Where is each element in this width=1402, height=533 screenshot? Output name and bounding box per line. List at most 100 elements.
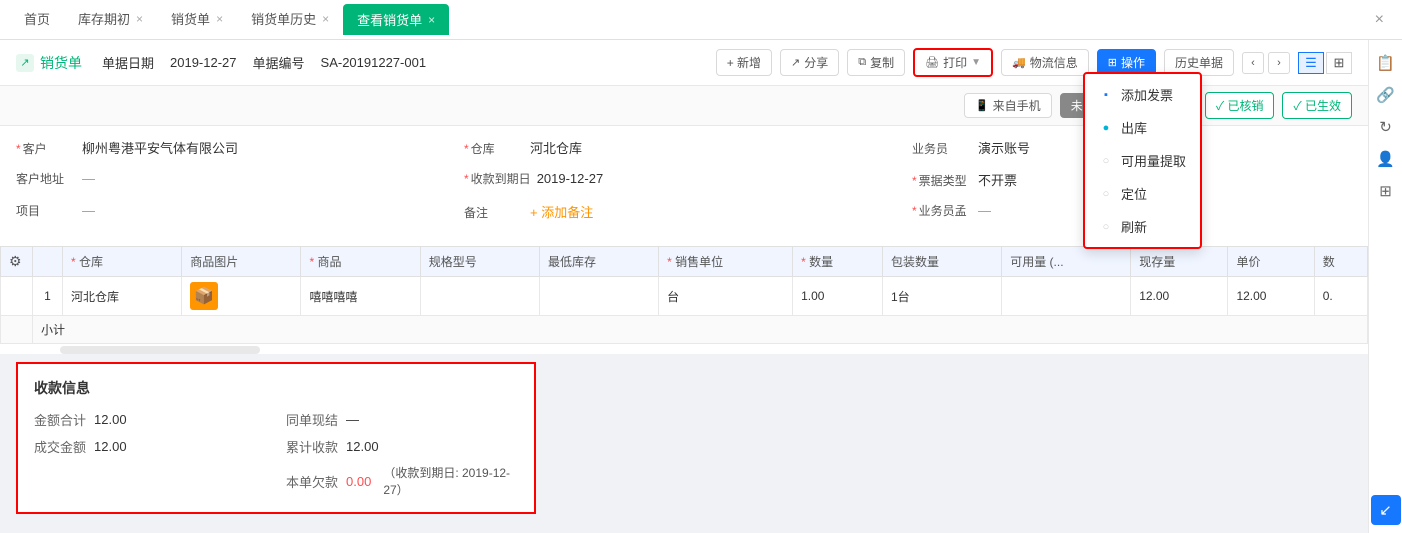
cancel-status-button[interactable]: ✓ 已核销 xyxy=(1205,92,1275,119)
sidebar-icon-5[interactable]: ⊞ xyxy=(1371,176,1401,206)
sales-table: ⚙ * 仓库 商品图片 * 商品 规格型号 最低库存 * 销售单位 * 数量 包… xyxy=(0,246,1368,344)
sidebar-icon-expand[interactable]: ↙ xyxy=(1371,495,1401,525)
payment-owed: 本单欠款 0.00 （收款到期日: 2019-12-27） xyxy=(286,464,518,498)
cumulative-value: 12.00 xyxy=(346,439,379,454)
td-pack-qty: 1台 xyxy=(882,277,1001,316)
th-more: 数 xyxy=(1314,247,1367,277)
sidebar-icon-4[interactable]: 👤 xyxy=(1371,144,1401,174)
invoice-type-label: 票据类型 xyxy=(912,172,972,189)
customer-value: 柳州粤港平安气体有限公司 xyxy=(82,138,238,158)
th-pack-qty: 包装数量 xyxy=(882,247,1001,277)
list-view-button[interactable]: ☰ xyxy=(1298,52,1324,74)
th-warehouse: * 仓库 xyxy=(63,247,182,277)
share-button[interactable]: ↗ 分享 xyxy=(780,49,839,76)
total-value: 12.00 xyxy=(94,412,127,427)
th-product-img: 商品图片 xyxy=(182,247,301,277)
table-row: 1 河北仓库 📦 嘻嘻嘻嘻 台 1.00 1台 12.00 12.00 0. xyxy=(1,277,1368,316)
invoice-type-value: 不开票 xyxy=(978,170,1017,190)
close-view-sales-tab[interactable]: × xyxy=(428,13,435,27)
from-mobile-button[interactable]: 📱 来自手机 xyxy=(964,93,1052,118)
payment-total: 金额合计 12.00 xyxy=(34,410,266,429)
th-stock: 现存量 xyxy=(1131,247,1228,277)
td-quantity: 1.00 xyxy=(793,277,883,316)
staff2-label: 业务员孟 xyxy=(912,202,972,219)
cumulative-label: 累计收款 xyxy=(286,437,338,456)
payment-date-field: 收款到期日 2019-12-27 xyxy=(464,170,904,187)
date-label: 单据日期 xyxy=(102,53,154,72)
document-title: ↗ 销货单 xyxy=(16,53,82,73)
close-sales-tab[interactable]: × xyxy=(216,12,223,26)
top-navigation: 首页 库存期初 × 销货单 × 销货单历史 × 查看销货单 × × xyxy=(0,0,1402,40)
td-sales-unit: 台 xyxy=(659,277,793,316)
payment-date-label: 收款到期日 xyxy=(464,170,531,187)
payment-title: 收款信息 xyxy=(34,378,518,398)
sidebar-icon-3[interactable]: ↻ xyxy=(1371,112,1401,142)
header-actions: + 新增 ↗ 分享 ⧉ 复制 🖨 打印 ▼ 🚚 物流信息 ⊞ 操作 xyxy=(716,48,1352,77)
outbound-icon: ● xyxy=(1099,121,1113,135)
next-button[interactable]: › xyxy=(1268,52,1290,74)
tab-view-sales[interactable]: 查看销货单 × xyxy=(343,4,449,35)
note-label: 备注 xyxy=(464,204,524,221)
payment-transaction: 成交金额 12.00 xyxy=(34,437,266,456)
dropdown-add-invoice[interactable]: ▪ 添加发票 xyxy=(1085,78,1200,111)
sidebar-icon-2[interactable]: 🔗 xyxy=(1371,80,1401,110)
td-product: 嘻嘻嘻嘻 xyxy=(301,277,420,316)
tab-sales[interactable]: 销货单 × xyxy=(157,0,237,40)
tab-inventory[interactable]: 库存期初 × xyxy=(64,0,157,40)
dropdown-outbound[interactable]: ● 出库 xyxy=(1085,111,1200,144)
grid-view-button[interactable]: ⊞ xyxy=(1326,52,1352,74)
td-settings-sub xyxy=(1,316,33,344)
nav-arrows: ‹ › xyxy=(1242,52,1290,74)
total-label: 金额合计 xyxy=(34,410,86,429)
same-order-label: 同单现结 xyxy=(286,410,338,429)
operations-dropdown: ▪ 添加发票 ● 出库 ○ 可用量提取 ○ 定位 ○ 刷新 xyxy=(1083,72,1202,249)
warehouse-field: 仓库 河北仓库 xyxy=(464,138,904,158)
project-value: — xyxy=(82,203,95,219)
td-warehouse: 河北仓库 xyxy=(63,277,182,316)
add-invoice-icon: ▪ xyxy=(1099,88,1113,102)
th-min-stock: 最低库存 xyxy=(539,247,658,277)
print-button[interactable]: 🖨 打印 ▼ xyxy=(913,48,993,77)
payment-date-value: 2019-12-27 xyxy=(537,171,604,187)
close-inventory-tab[interactable]: × xyxy=(136,12,143,26)
same-order-value: — xyxy=(346,412,359,427)
dropdown-refresh[interactable]: ○ 刷新 xyxy=(1085,210,1200,243)
subtotal-row: 小计 xyxy=(1,316,1368,344)
th-product: * 商品 xyxy=(301,247,420,277)
new-button[interactable]: + 新增 xyxy=(716,49,772,76)
td-num: 1 xyxy=(33,277,63,316)
project-label: 项目 xyxy=(16,202,76,219)
add-note-button[interactable]: + 添加备注 xyxy=(530,202,593,222)
customer-label: 客户 xyxy=(16,140,76,157)
th-quantity: * 数量 xyxy=(793,247,883,277)
tab-sales-history[interactable]: 销货单历史 × xyxy=(237,0,343,40)
prev-button[interactable]: ‹ xyxy=(1242,52,1264,74)
effect-status-button[interactable]: ✓ 已生效 xyxy=(1282,92,1352,119)
close-sales-history-tab[interactable]: × xyxy=(322,12,329,26)
address-field: 客户地址 — xyxy=(16,170,456,187)
th-unit-price: 单价 xyxy=(1228,247,1314,277)
th-available: 可用量 (... xyxy=(1002,247,1131,277)
close-all-tabs[interactable]: × xyxy=(1367,11,1392,29)
tab-home[interactable]: 首页 xyxy=(10,0,64,40)
dropdown-locate[interactable]: ○ 定位 xyxy=(1085,177,1200,210)
date-value: 2019-12-27 xyxy=(170,55,237,70)
td-stock: 12.00 xyxy=(1131,277,1228,316)
payment-cumulative: 累计收款 12.00 xyxy=(286,437,518,456)
address-label: 客户地址 xyxy=(16,170,76,187)
logistics-button[interactable]: 🚚 物流信息 xyxy=(1001,49,1089,76)
table-area: ⚙ * 仓库 商品图片 * 商品 规格型号 最低库存 * 销售单位 * 数量 包… xyxy=(0,246,1368,354)
payment-section: 收款信息 金额合计 12.00 同单现结 — 成交金额 12.00 累计收款 1… xyxy=(16,362,536,514)
copy-button[interactable]: ⧉ 复制 xyxy=(847,49,905,76)
td-settings xyxy=(1,277,33,316)
owed-label: 本单欠款 xyxy=(286,472,338,491)
dropdown-available-qty[interactable]: ○ 可用量提取 xyxy=(1085,144,1200,177)
th-spec: 规格型号 xyxy=(420,247,539,277)
staff-label: 业务员 xyxy=(912,140,972,157)
th-num xyxy=(33,247,63,277)
td-spec xyxy=(420,277,539,316)
table-settings-icon[interactable]: ⚙ xyxy=(9,253,22,269)
payment-grid: 金额合计 12.00 同单现结 — 成交金额 12.00 累计收款 12.00 … xyxy=(34,410,518,498)
sales-order-icon: ↗ xyxy=(16,54,34,72)
sidebar-icon-1[interactable]: 📋 xyxy=(1371,48,1401,78)
